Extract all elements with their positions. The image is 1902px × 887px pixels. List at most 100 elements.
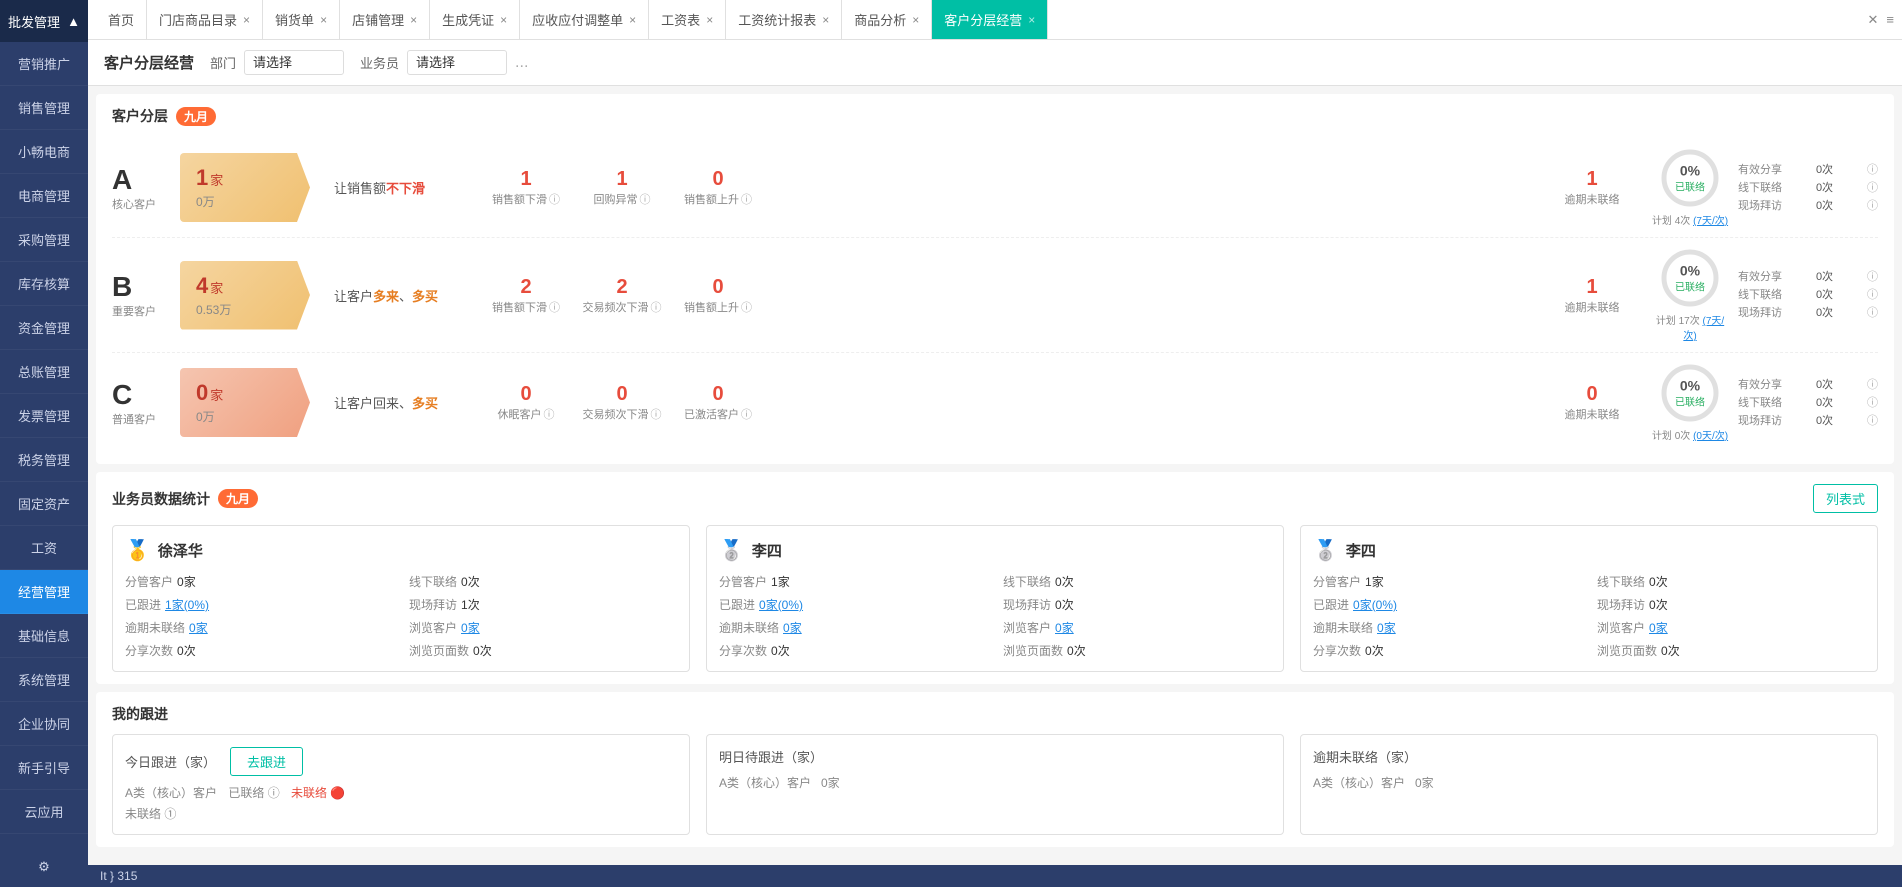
sidebar-item-xiaodian[interactable]: 小畅电商	[0, 130, 88, 174]
tab-product[interactable]: 门店商品目录×	[147, 0, 263, 40]
tab-goods_analysis[interactable]: 商品分析 ×	[842, 0, 932, 40]
tomorrow-sub: A类（核心）客户 0家	[719, 774, 1271, 791]
sidebar-item-xitong[interactable]: 系统管理	[0, 658, 88, 702]
staff-stat-row: 浏览客户0家	[1003, 619, 1271, 636]
content-area: 客户分层 九月 A核心客户1家0万让销售额不下滑1销售额下滑 ⓘ1回购异常 ⓘ0…	[88, 86, 1902, 865]
tab-close-voucher[interactable]: ×	[500, 13, 507, 27]
tab-menu-icon[interactable]: ≡	[1886, 12, 1894, 27]
sidebar-item-yun[interactable]: 云应用	[0, 790, 88, 834]
tier-row-A: A核心客户1家0万让销售额不下滑1销售额下滑 ⓘ1回购异常 ⓘ0销售额上升 ⓘ1…	[112, 138, 1878, 238]
staff-stat-row: 逾期未联络0家	[719, 619, 987, 636]
tier-extra-C: 有效分享0次ⓘ线下联络0次ⓘ现场拜访0次ⓘ	[1738, 376, 1878, 430]
tier-contact-B: 1逾期未联络	[1542, 276, 1642, 315]
sidebar-item-shuiwu[interactable]: 税务管理	[0, 438, 88, 482]
tier-row-B: B重要客户4家0.53万让客户多来、多买2销售额下滑 ⓘ2交易频次下滑 ⓘ0销售…	[112, 238, 1878, 353]
filter-more-icon[interactable]: ...	[515, 54, 528, 72]
tab-close-goods_analysis[interactable]: ×	[912, 13, 919, 27]
tab-sales[interactable]: 销货单 ×	[263, 0, 340, 40]
follow-title: 我的跟进	[112, 704, 1878, 724]
tab-close-salary_stat[interactable]: ×	[822, 13, 829, 27]
staff-stat-row: 浏览客户0家	[409, 619, 677, 636]
staff-name-row: 🥇徐泽华	[125, 538, 677, 563]
staff-stat-row: 已跟进0家(0%)	[719, 596, 987, 613]
tab-label-goods_analysis: 商品分析	[854, 10, 906, 29]
staff-stats-grid: 分管客户0家线下联络0次已跟进1家(0%)现场拜访1次逾期未联络0家浏览客户0家…	[125, 573, 677, 659]
staff-stat-row: 分享次数0次	[125, 642, 393, 659]
tab-close-customer_mgmt[interactable]: ×	[1028, 13, 1035, 27]
tab-shop[interactable]: 店铺管理 ×	[340, 0, 430, 40]
sales-select[interactable]: 请选择	[407, 50, 507, 75]
tab-customer_mgmt[interactable]: 客户分层经营 ×	[932, 0, 1048, 40]
tier-row-C: C普通客户0家0万让客户回来、多买0休眠客户 ⓘ0交易频次下滑 ⓘ0已激活客户 …	[112, 353, 1878, 452]
sidebar-item-fapiao[interactable]: 发票管理	[0, 394, 88, 438]
sidebar-item-jichu[interactable]: 基础信息	[0, 614, 88, 658]
tab-close-sales[interactable]: ×	[320, 13, 327, 27]
staff-stat-row: 逾期未联络0家	[125, 619, 393, 636]
tier-stat-item: 2销售额下滑 ⓘ	[486, 276, 566, 315]
sidebar-item-gongzi[interactable]: 工资	[0, 526, 88, 570]
biz-month-badge: 九月	[218, 489, 258, 508]
settings-icon: ⚙	[38, 859, 50, 874]
sidebar-collapse-icon: ▲	[67, 14, 80, 29]
staff-stat-row: 现场拜访1次	[409, 596, 677, 613]
sidebar-item-jingying[interactable]: 经营管理	[0, 570, 88, 614]
staff-card-lisi2: 🥈 李四分管客户1家线下联络0次已跟进0家(0%)现场拜访0次逾期未联络0家浏览客…	[1300, 525, 1878, 672]
tab-close-salary[interactable]: ×	[706, 13, 713, 27]
follow-section: 我的跟进 今日跟进（家） 去跟进 A类（核心）客户 已联络 ⓘ 未联络 🔴 未联…	[96, 692, 1894, 847]
overdue-title: 逾期未联络（家）	[1313, 747, 1417, 766]
overdue-sub: A类（核心）客户 0家	[1313, 774, 1865, 791]
status-text: It } 315	[100, 869, 137, 883]
sidebar-item-dianshang[interactable]: 电商管理	[0, 174, 88, 218]
tier-contact-A: 1逾期未联络	[1542, 168, 1642, 207]
staff-card-lisi1: 🥈李四分管客户1家线下联络0次已跟进0家(0%)现场拜访0次逾期未联络0家浏览客…	[706, 525, 1284, 672]
close-all-tabs-icon[interactable]: ✕	[1868, 12, 1879, 28]
list-view-button[interactable]: 列表式	[1813, 484, 1878, 513]
overdue-follow-card: 逾期未联络（家） A类（核心）客户 0家	[1300, 734, 1878, 835]
sidebar-item-xinshou[interactable]: 新手引导	[0, 746, 88, 790]
sidebar-settings[interactable]: ⚙	[0, 847, 88, 887]
tab-home[interactable]: 首页	[96, 0, 147, 40]
tier-count-B: 4家0.53万	[180, 261, 310, 330]
tier-extra-A: 有效分享0次ⓘ线下联络0次ⓘ现场拜访0次ⓘ	[1738, 161, 1878, 215]
sidebar-item-xiaoshou[interactable]: 销售管理	[0, 86, 88, 130]
tab-label-customer_mgmt: 客户分层经营	[944, 10, 1022, 29]
go-followup-button[interactable]: 去跟进	[230, 747, 303, 776]
staff-stat-row: 分管客户1家	[1313, 573, 1581, 590]
sidebar-item-zijin[interactable]: 资金管理	[0, 306, 88, 350]
tab-label-salary: 工资表	[661, 10, 700, 29]
tier-label-A: A核心客户	[112, 164, 172, 212]
tab-label-home: 首页	[108, 10, 134, 29]
tab-close-product[interactable]: ×	[243, 13, 250, 27]
tab-voucher[interactable]: 生成凭证 ×	[430, 0, 520, 40]
tier-label-C: C普通客户	[112, 379, 172, 427]
tab-salary[interactable]: 工资表 ×	[649, 0, 726, 40]
sidebar-header[interactable]: 批发管理 ▲	[0, 0, 88, 42]
sidebar-item-kucun[interactable]: 库存核算	[0, 262, 88, 306]
staff-stats-grid: 分管客户1家线下联络0次已跟进0家(0%)现场拜访0次逾期未联络0家浏览客户0家…	[1313, 573, 1865, 659]
tab-salary_stat[interactable]: 工资统计报表×	[726, 0, 842, 40]
staff-name-row: 🥈李四	[719, 538, 1271, 563]
page-title: 客户分层经营	[104, 52, 194, 73]
dept-select[interactable]: 请选择	[244, 50, 344, 75]
tab-close-shop[interactable]: ×	[410, 13, 417, 27]
tier-stat-item: 2交易频次下滑 ⓘ	[582, 276, 662, 315]
sidebar-item-zongzhang[interactable]: 总账管理	[0, 350, 88, 394]
tab-receivable[interactable]: 应收应付调整单×	[520, 0, 649, 40]
staff-stat-row: 已跟进0家(0%)	[1313, 596, 1581, 613]
today-sub: A类（核心）客户 已联络 ⓘ 未联络 🔴	[125, 784, 677, 801]
tab-label-sales: 销货单	[275, 10, 314, 29]
staff-name: 李四	[1346, 540, 1376, 561]
tier-stats-C: 0休眠客户 ⓘ0交易频次下滑 ⓘ0已激活客户 ⓘ	[486, 383, 1534, 422]
sidebar-item-qiye[interactable]: 企业协同	[0, 702, 88, 746]
sidebar-item-gudingzichan[interactable]: 固定资产	[0, 482, 88, 526]
sidebar-item-caigou[interactable]: 采购管理	[0, 218, 88, 262]
sidebar-item-yingxiao[interactable]: 营销推广	[0, 42, 88, 86]
tier-suggest-C: 让客户回来、多买	[318, 393, 478, 412]
tab-label-voucher: 生成凭证	[442, 10, 494, 29]
tier-circle-C: 0% 已联络 计划 0次 (0天/次)	[1650, 363, 1730, 442]
tab-close-receivable[interactable]: ×	[629, 13, 636, 27]
tier-stat-item: 0销售额上升 ⓘ	[678, 168, 758, 207]
tab-label-shop: 店铺管理	[352, 10, 404, 29]
staff-badge: 🥈	[1313, 538, 1338, 563]
tier-stat-item: 0已激活客户 ⓘ	[678, 383, 758, 422]
